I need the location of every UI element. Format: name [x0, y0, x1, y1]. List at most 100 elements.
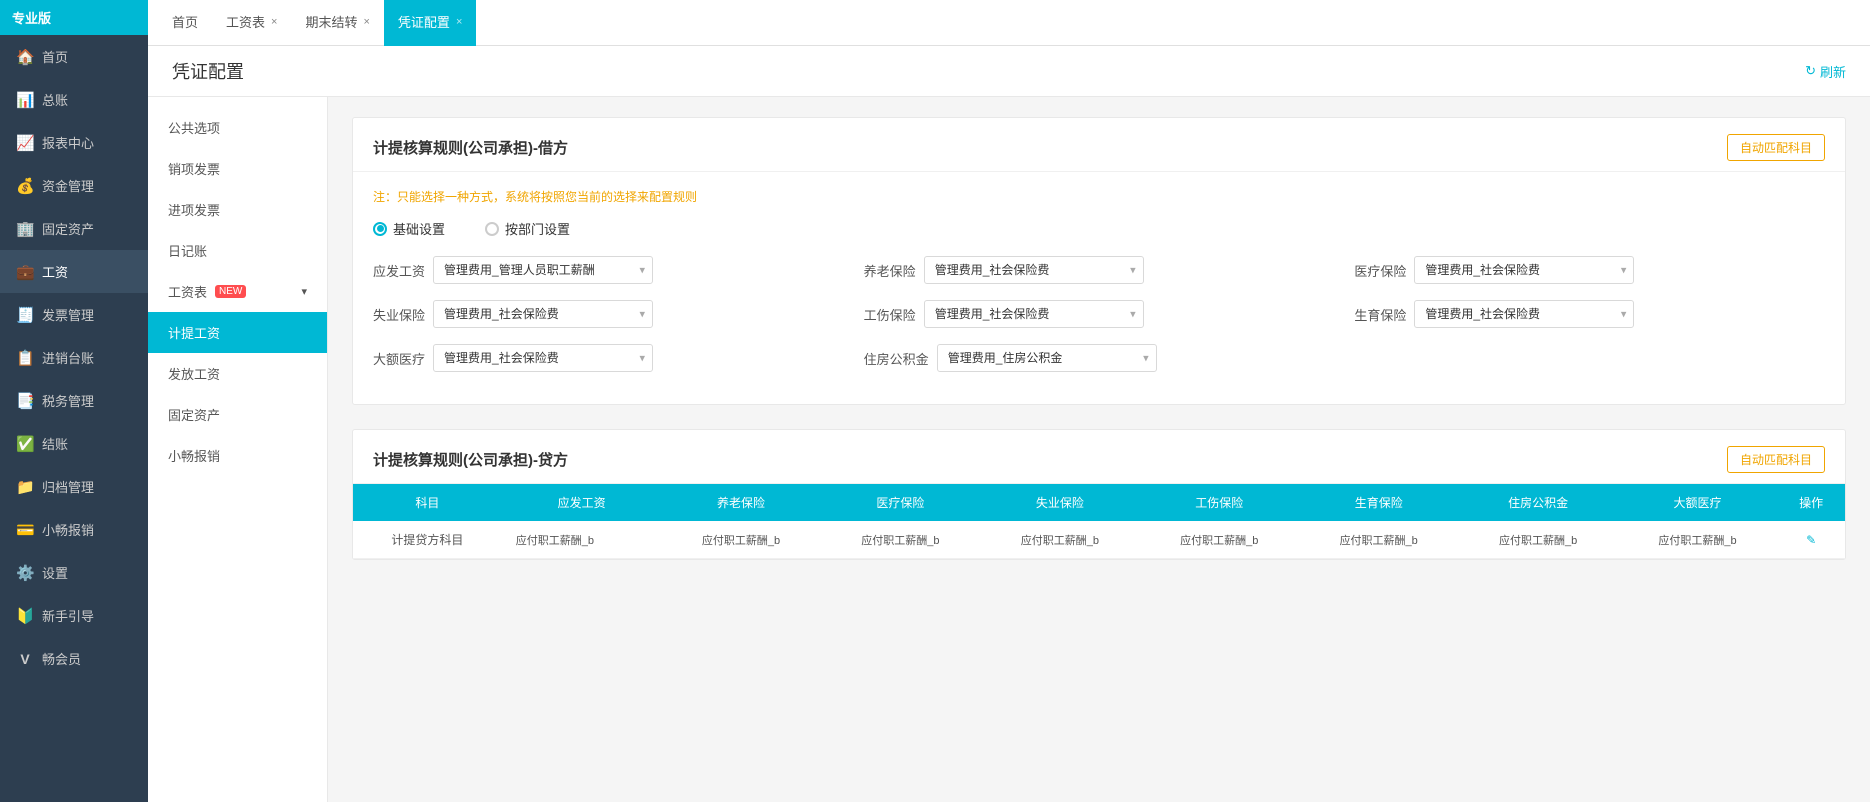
cell-yanglao: 应付职工薪酬_b: [661, 521, 820, 559]
sidebar-item-assets[interactable]: 🏢 固定资产: [0, 207, 148, 250]
field-yanglao: 养老保险 管理费用_社会保险费 ▾: [864, 256, 1335, 284]
main-area: 首页 工资表 × 期末结转 × 凭证配置 × 凭证配置 ↻ 刷新 公共选项: [148, 0, 1870, 802]
sidebar-item-ledger[interactable]: 📊 总账: [0, 78, 148, 121]
sidebar-item-settings[interactable]: ⚙️ 设置: [0, 551, 148, 594]
field-yingfa: 应发工资 管理费用_管理人员职工薪酬 ▾: [373, 256, 844, 284]
select-yingfa[interactable]: 管理费用_管理人员职工薪酬: [433, 256, 653, 284]
sidebar-item-archive[interactable]: 📁 归档管理: [0, 465, 148, 508]
cell-daeyiliao-val: 应付职工薪酬_b: [1658, 535, 1736, 547]
cell-gongshang-val: 应付职工薪酬_b: [1180, 535, 1258, 547]
refresh-button[interactable]: ↻ 刷新: [1805, 62, 1846, 81]
select-gongshang-wrapper: 管理费用_社会保险费 ▾: [924, 300, 1144, 328]
select-shengyu[interactable]: 管理费用_社会保险费: [1414, 300, 1634, 328]
nav-xiao-chang[interactable]: 小畅报销: [148, 435, 327, 476]
sidebar-item-guide[interactable]: 🔰 新手引导: [0, 594, 148, 637]
nav-public-label: 公共选项: [168, 118, 220, 137]
nav-calc-salary[interactable]: 计提工资: [148, 312, 327, 353]
nav-fixed-assets[interactable]: 固定资产: [148, 394, 327, 435]
nav-journal[interactable]: 日记账: [148, 230, 327, 271]
select-shiye[interactable]: 管理费用_社会保险费: [433, 300, 653, 328]
section-debit-header: 计提核算规则(公司承担)-借方 自动匹配科目: [353, 118, 1845, 172]
auto-match-credit-button[interactable]: 自动匹配科目: [1727, 446, 1825, 473]
label-zhufang: 住房公积金: [864, 349, 929, 368]
cell-yanglao-val: 应付职工薪酬_b: [702, 535, 780, 547]
select-yingfa-wrapper: 管理费用_管理人员职工薪酬 ▾: [433, 256, 653, 284]
radio-dept[interactable]: 按部门设置: [485, 219, 570, 238]
sidebar-item-purchase[interactable]: 📋 进销台账: [0, 336, 148, 379]
page-title: 凭证配置: [172, 58, 244, 84]
radio-basic-circle: [373, 222, 387, 236]
form-row-3: 大额医疗 管理费用_社会保险费 ▾ 住房公积金: [373, 344, 1825, 372]
sidebar-item-label: 归档管理: [42, 477, 94, 496]
reports-icon: 📈: [16, 134, 34, 152]
sidebar-item-reports[interactable]: 📈 报表中心: [0, 121, 148, 164]
sidebar-item-invoices[interactable]: 🧾 发票管理: [0, 293, 148, 336]
cell-yiliao: 应付职工薪酬_b: [821, 521, 980, 559]
tab-voucher-config[interactable]: 凭证配置 ×: [384, 0, 476, 46]
sidebar-item-tax[interactable]: 📑 税务管理: [0, 379, 148, 422]
cell-action[interactable]: ✎: [1777, 521, 1845, 559]
tab-voucher-config-close[interactable]: ×: [456, 16, 462, 28]
nav-journal-label: 日记账: [168, 241, 207, 260]
sidebar-item-label: 结账: [42, 434, 68, 453]
auto-match-debit-button[interactable]: 自动匹配科目: [1727, 134, 1825, 161]
cell-shengyu: 应付职工薪酬_b: [1299, 521, 1458, 559]
tab-home[interactable]: 首页: [158, 0, 212, 46]
xiaochang-icon: 💳: [16, 521, 34, 539]
select-zhufang-wrapper: 管理费用_住房公积金 ▾: [937, 344, 1157, 372]
cell-subject: 计提贷方科目: [353, 521, 502, 559]
cell-yiliao-val: 应付职工薪酬_b: [861, 535, 939, 547]
cell-daeyiliao: 应付职工薪酬_b: [1618, 521, 1777, 559]
col-daeyiliao: 大额医疗: [1618, 484, 1777, 521]
label-daeyiliao: 大额医疗: [373, 349, 425, 368]
radio-basic[interactable]: 基础设置: [373, 219, 445, 238]
tab-payroll[interactable]: 工资表 ×: [212, 0, 291, 46]
field-shengyu: 生育保险 管理费用_社会保险费 ▾: [1354, 300, 1825, 328]
nav-input-invoice[interactable]: 进项发票: [148, 189, 327, 230]
sidebar-item-capital[interactable]: 💰 资金管理: [0, 164, 148, 207]
nav-payroll-table[interactable]: 工资表 NEW ▾: [148, 271, 327, 312]
radio-dept-label: 按部门设置: [505, 219, 570, 238]
sidebar-item-home[interactable]: 🏠 首页: [0, 35, 148, 78]
cell-shiye-val: 应付职工薪酬_b: [1021, 535, 1099, 547]
refresh-icon: ↻: [1805, 63, 1816, 79]
section-debit: 计提核算规则(公司承担)-借方 自动匹配科目 注：只能选择一种方式，系统将按照您…: [352, 117, 1846, 405]
select-yanglao[interactable]: 管理费用_社会保险费: [924, 256, 1144, 284]
radio-group: 基础设置 按部门设置: [373, 219, 1825, 238]
tab-home-label: 首页: [172, 12, 198, 31]
sidebar-item-settlement[interactable]: ✅ 结账: [0, 422, 148, 465]
field-zhufang: 住房公积金 管理费用_住房公积金 ▾: [864, 344, 1335, 372]
col-zhufang: 住房公积金: [1458, 484, 1617, 521]
select-daeyiliao-wrapper: 管理费用_社会保险费 ▾: [433, 344, 653, 372]
chevron-down-icon: ▾: [301, 285, 307, 298]
nav-public[interactable]: 公共选项: [148, 107, 327, 148]
col-yanglao: 养老保险: [661, 484, 820, 521]
select-gongshang[interactable]: 管理费用_社会保险费: [924, 300, 1144, 328]
edit-icon[interactable]: ✎: [1806, 533, 1816, 547]
select-yiliao[interactable]: 管理费用_社会保险费: [1414, 256, 1634, 284]
sidebar-item-label: 小畅报销: [42, 520, 94, 539]
sidebar-item-label: 工资: [42, 262, 68, 281]
tax-icon: 📑: [16, 392, 34, 410]
nav-pay-salary[interactable]: 发放工资: [148, 353, 327, 394]
label-shiye: 失业保险: [373, 305, 425, 324]
radio-dept-circle: [485, 222, 499, 236]
nav-cancel-invoice[interactable]: 销项发票: [148, 148, 327, 189]
select-yiliao-wrapper: 管理费用_社会保险费 ▾: [1414, 256, 1634, 284]
salary-icon: 💼: [16, 263, 34, 281]
ledger-icon: 📊: [16, 91, 34, 109]
sidebar-item-salary[interactable]: 💼 工资: [0, 250, 148, 293]
tab-payroll-label: 工资表: [226, 12, 265, 31]
field-yiliao: 医疗保险 管理费用_社会保险费 ▾: [1354, 256, 1825, 284]
tab-payroll-close[interactable]: ×: [271, 16, 277, 28]
sidebar-item-xiaochang[interactable]: 💳 小畅报销: [0, 508, 148, 551]
section-debit-title: 计提核算规则(公司承担)-借方: [373, 137, 568, 158]
warning-text: 注：只能选择一种方式，系统将按照您当前的选择来配置规则: [373, 188, 1825, 205]
sidebar-item-vip[interactable]: V 畅会员: [0, 637, 148, 680]
select-daeyiliao[interactable]: 管理费用_社会保险费: [433, 344, 653, 372]
sidebar-item-label: 新手引导: [42, 606, 94, 625]
tab-period-close-close[interactable]: ×: [363, 16, 369, 28]
tab-period-close[interactable]: 期末结转 ×: [291, 0, 383, 46]
sidebar-item-label: 发票管理: [42, 305, 94, 324]
select-zhufang[interactable]: 管理费用_住房公积金: [937, 344, 1157, 372]
